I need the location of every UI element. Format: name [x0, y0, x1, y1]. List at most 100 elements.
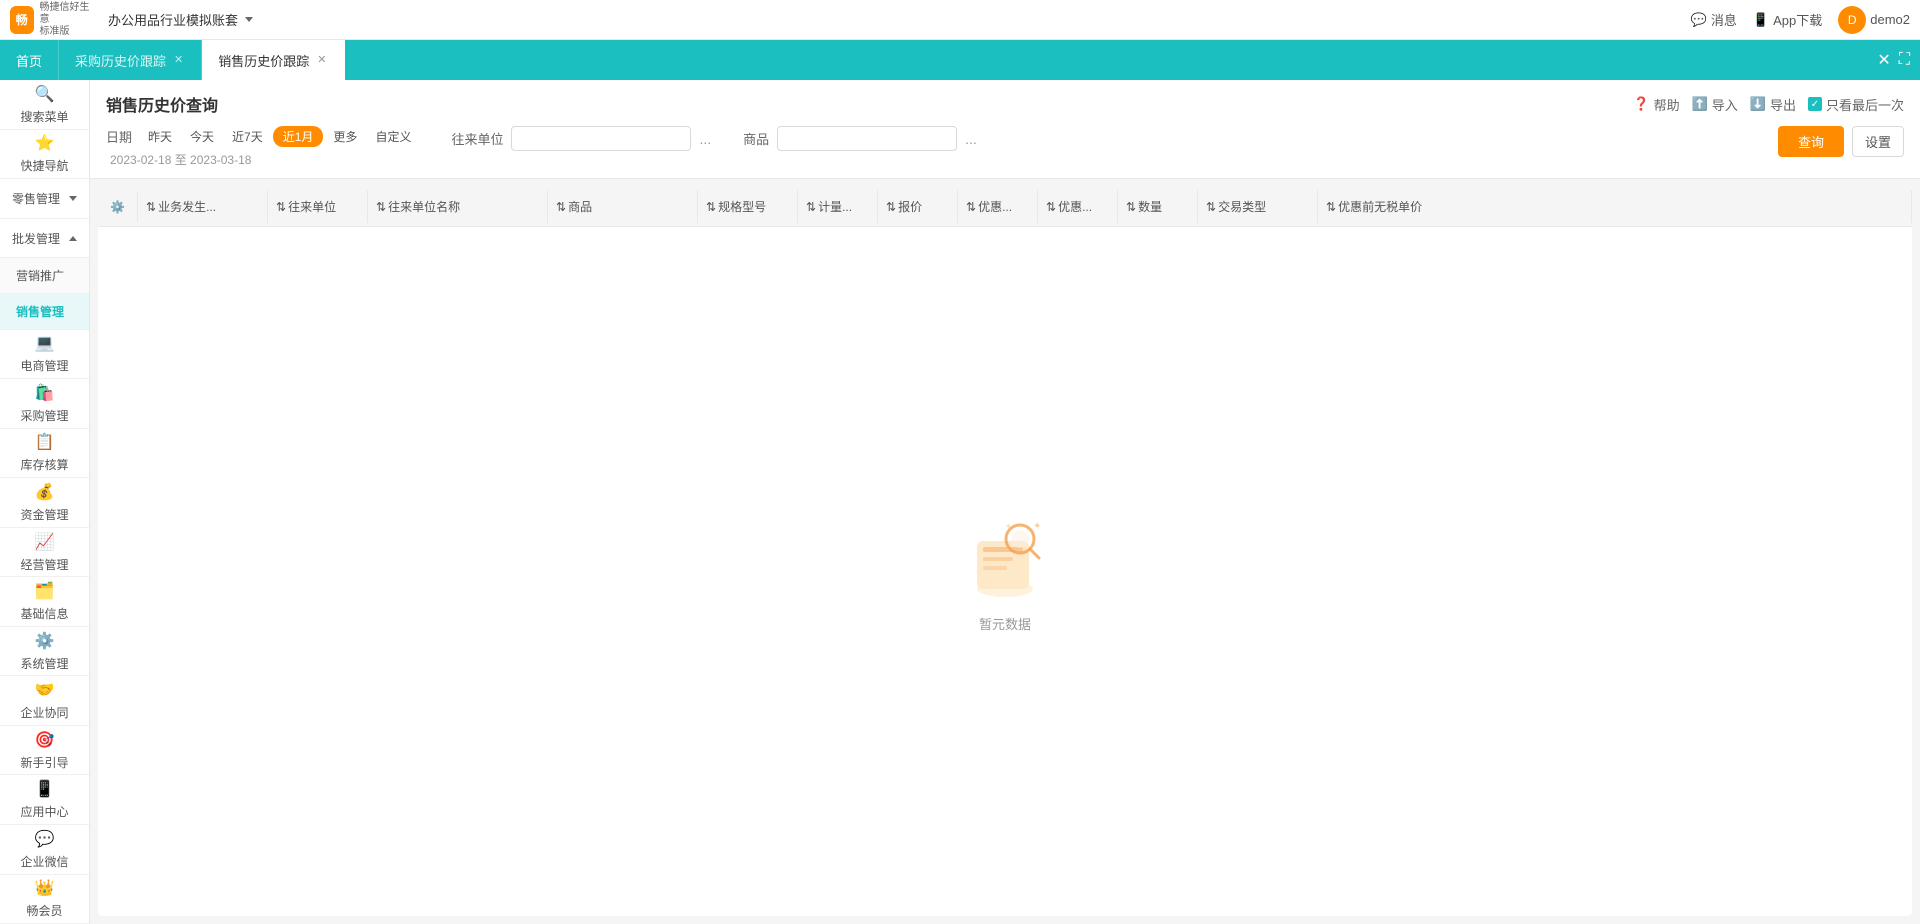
sort-unit-icon: ⇅: [806, 200, 816, 214]
sidebar-item-purchase[interactable]: 🛍️ 采购管理: [0, 379, 89, 429]
help-icon: ❓: [1633, 96, 1649, 112]
sort-price-icon: ⇅: [886, 200, 896, 214]
table-col-qty[interactable]: ⇅ 数量: [1118, 190, 1198, 223]
sort-spec-icon: ⇅: [706, 200, 716, 214]
logo-icon: 畅: [10, 6, 34, 34]
table-col-partner-name[interactable]: ⇅ 往来单位名称: [368, 190, 548, 223]
date-tab-custom[interactable]: 自定义: [367, 126, 419, 147]
partner-input[interactable]: [511, 126, 691, 151]
empty-illustration: ✦ ✦: [955, 511, 1055, 604]
sidebar-item-wholesale[interactable]: 批发管理: [0, 219, 89, 259]
top-bar: 畅 畅捷信好生意 标准版 办公用品行业模拟账套 💬 消息 📱 App下载 D d…: [0, 0, 1920, 40]
basic-info-label: 基础信息: [20, 605, 68, 622]
sidebar-item-guide[interactable]: 🎯 新手引导: [0, 726, 89, 776]
table-col-trade-type[interactable]: ⇅ 交易类型: [1198, 190, 1318, 223]
product-filter-group: 商品 ...: [743, 126, 977, 151]
col-disc2-label: 优惠...: [1058, 198, 1092, 215]
settings-button[interactable]: 设置: [1852, 126, 1904, 157]
product-filter-label: 商品: [743, 129, 769, 148]
table-container: ⚙️ ⇅ 业务发生... ⇅ 往来单位 ⇅ 往来单位名称 ⇅ 商品: [98, 187, 1912, 916]
date-range-text: 2023-02-18 至 2023-03-18: [110, 153, 251, 167]
message-icon: 💬: [1691, 12, 1707, 28]
sidebar-item-search[interactable]: 🔍 搜索菜单: [0, 80, 89, 130]
help-button[interactable]: ❓ 帮助: [1633, 95, 1679, 114]
import-label: 导入: [1712, 95, 1738, 114]
tab-home[interactable]: 首页: [0, 40, 59, 80]
tab-bar: 首页 采购历史价跟踪 ✕ 销售历史价跟踪 ✕ ✕ ⛶: [0, 40, 1920, 80]
date-tab-1month[interactable]: 近1月: [273, 126, 324, 147]
sidebar-item-ecommerce[interactable]: 💻 电商管理: [0, 330, 89, 380]
purchase-history-tab-close-icon[interactable]: ✕: [172, 53, 185, 68]
logo-text: 畅捷信好生意 标准版: [40, 2, 90, 38]
date-tab-yesterday[interactable]: 昨天: [140, 126, 180, 147]
tab-bar-actions: ✕ ⛶: [1877, 50, 1920, 70]
sidebar-item-operation[interactable]: 📈 经营管理: [0, 528, 89, 578]
help-label: 帮助: [1654, 95, 1680, 114]
member-label: 畅会员: [26, 902, 62, 919]
import-button[interactable]: ⬆️ 导入: [1692, 95, 1738, 114]
tab-sales-history[interactable]: 销售历史价跟踪 ✕: [202, 40, 345, 80]
table-col-disc2[interactable]: ⇅ 优惠...: [1038, 190, 1118, 223]
sales-mgmt-label: 销售管理: [16, 303, 64, 320]
maximize-icon[interactable]: ⛶: [1899, 51, 1910, 69]
sidebar-item-marketing[interactable]: 营销推广: [0, 258, 89, 294]
sidebar-item-member[interactable]: 👑 畅会员: [0, 875, 89, 924]
table-col-product[interactable]: ⇅ 商品: [548, 190, 698, 223]
date-tab-7days[interactable]: 近7天: [224, 126, 271, 147]
sidebar-item-system[interactable]: ⚙️ 系统管理: [0, 627, 89, 677]
sidebar-item-enterprise[interactable]: 🤝 企业协同: [0, 676, 89, 726]
page-title: 销售历史价查询: [106, 92, 218, 116]
sidebar-item-retail[interactable]: 零售管理: [0, 179, 89, 219]
retail-label: 零售管理: [12, 190, 60, 207]
partner-filter-group: 往来单位 ...: [451, 126, 711, 151]
sidebar-item-basic-info[interactable]: 🗂️ 基础信息: [0, 577, 89, 627]
close-all-tabs-icon[interactable]: ✕: [1877, 50, 1890, 70]
inventory-icon: 📋: [35, 432, 55, 452]
operation-icon: 📈: [35, 532, 55, 552]
table-col-unit[interactable]: ⇅ 计量...: [798, 190, 878, 223]
sidebar-item-app-center[interactable]: 📱 应用中心: [0, 775, 89, 825]
date-tab-today[interactable]: 今天: [182, 126, 222, 147]
checkbox-icon: ✓: [1808, 97, 1822, 111]
col-partner-id-label: 往来单位: [288, 198, 336, 215]
sidebar-item-wechat[interactable]: 💬 企业微信: [0, 825, 89, 875]
message-button[interactable]: 💬 消息: [1691, 10, 1737, 29]
svg-text:✦: ✦: [1033, 521, 1041, 532]
sort-partner-icon: ⇅: [276, 200, 286, 214]
sidebar-item-inventory[interactable]: 📋 库存核算: [0, 429, 89, 479]
sidebar-item-finance[interactable]: 💰 资金管理: [0, 478, 89, 528]
sidebar-item-quick-nav[interactable]: ⭐ 快捷导航: [0, 130, 89, 180]
product-dots: ...: [965, 131, 977, 147]
table-col-spec[interactable]: ⇅ 规格型号: [698, 190, 798, 223]
only-last-checkbox[interactable]: ✓ 只看最后一次: [1808, 95, 1904, 114]
table-col-tax-price[interactable]: ⇅ 优惠前无税单价: [1318, 190, 1912, 223]
sort-partner-name-icon: ⇅: [376, 200, 386, 214]
query-button[interactable]: 查询: [1778, 126, 1844, 157]
sales-history-tab-close-icon[interactable]: ✕: [315, 53, 328, 68]
app-selector-chevron-icon: [245, 17, 253, 22]
table-col-price[interactable]: ⇅ 报价: [878, 190, 958, 223]
date-tab-more[interactable]: 更多: [325, 126, 365, 147]
col-spec-label: 规格型号: [718, 198, 766, 215]
sidebar-quick-nav-label: 快捷导航: [20, 157, 68, 174]
enterprise-icon: 🤝: [35, 680, 55, 700]
table-col-date[interactable]: ⇅ 业务发生...: [138, 190, 268, 223]
basic-info-icon: 🗂️: [35, 581, 55, 601]
sidebar-item-sales-mgmt[interactable]: 销售管理: [0, 294, 89, 330]
table-col-settings[interactable]: ⚙️: [98, 192, 138, 222]
export-button[interactable]: ⬇️ 导出: [1750, 95, 1796, 114]
top-bar-right: 💬 消息 📱 App下载 D demo2: [1691, 6, 1910, 34]
table-body: ✦ ✦ 暂元数据: [98, 227, 1912, 916]
table-col-partner-id[interactable]: ⇅ 往来单位: [268, 190, 368, 223]
app-download-button[interactable]: 📱 App下载: [1753, 10, 1822, 29]
sort-disc2-icon: ⇅: [1046, 200, 1056, 214]
sort-trade-icon: ⇅: [1206, 200, 1216, 214]
export-label: 导出: [1770, 95, 1796, 114]
table-col-disc1[interactable]: ⇅ 优惠...: [958, 190, 1038, 223]
message-label: 消息: [1711, 10, 1737, 29]
user-avatar-button[interactable]: D demo2: [1838, 6, 1910, 34]
tab-purchase-history[interactable]: 采购历史价跟踪 ✕: [59, 40, 202, 80]
app-selector[interactable]: 办公用品行业模拟账套: [100, 6, 1681, 33]
col-unit-label: 计量...: [818, 198, 852, 215]
product-input[interactable]: [777, 126, 957, 151]
